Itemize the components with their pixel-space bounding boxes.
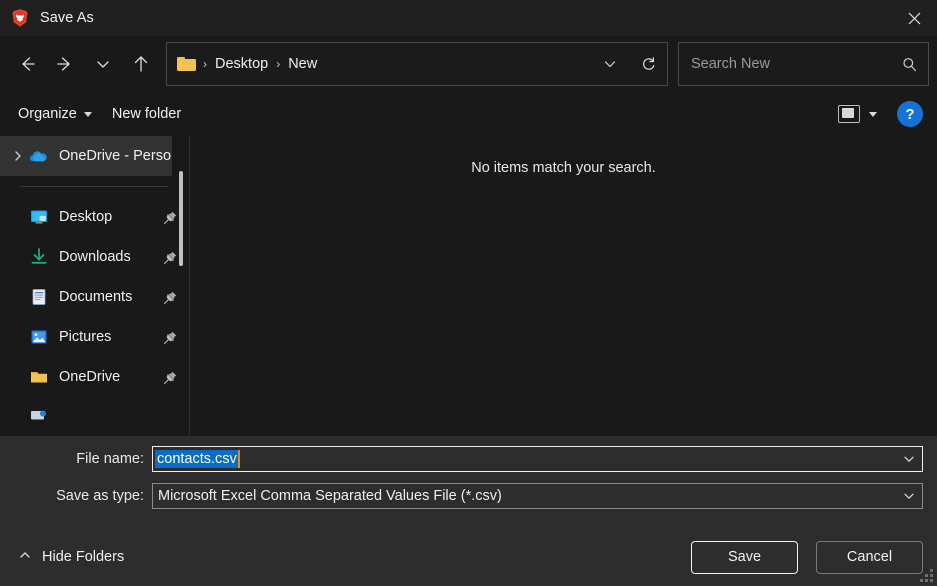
save-as-type-row: Save as type: Microsoft Excel Comma Sepa… [0, 482, 937, 510]
sidebar-divider [20, 186, 168, 187]
breadcrumb-separator: › [274, 57, 282, 71]
onedrive-cloud-icon [28, 145, 50, 167]
refresh-icon [640, 56, 657, 73]
view-mode-button[interactable] [830, 98, 885, 130]
folder-icon [177, 56, 197, 72]
refresh-button[interactable] [629, 43, 667, 85]
sidebar-scrollbar[interactable] [179, 171, 183, 266]
sidebar-item-label: OneDrive - Perso [59, 148, 172, 164]
sidebar-item-label: OneDrive [59, 369, 159, 385]
navigation-sidebar: OneDrive - Perso Desktop [0, 136, 190, 436]
chevron-down-icon [94, 55, 112, 73]
sidebar-item-partial[interactable] [0, 397, 190, 436]
window-title: Save As [40, 10, 94, 26]
new-folder-button[interactable]: New folder [102, 98, 191, 130]
help-icon[interactable]: ? [897, 101, 923, 127]
hide-folders-label: Hide Folders [42, 549, 124, 565]
address-dropdown-button[interactable] [591, 43, 629, 85]
chevron-down-icon[interactable] [869, 112, 877, 117]
pin-icon[interactable] [159, 330, 181, 345]
new-folder-label: New folder [112, 106, 181, 122]
file-name-field[interactable]: contacts.csv [152, 446, 923, 472]
search-icon [901, 56, 918, 73]
resize-grip-icon[interactable] [920, 569, 934, 583]
breadcrumb-item-desktop[interactable]: Desktop [209, 54, 274, 74]
sidebar-item-label: Pictures [59, 329, 159, 345]
folder-icon [28, 366, 50, 388]
save-button[interactable]: Save [691, 541, 798, 574]
forward-button[interactable] [46, 45, 84, 83]
command-bar: Organize New folder ? [0, 92, 937, 136]
breadcrumb-separator: › [201, 57, 209, 71]
save-as-type-value: Microsoft Excel Comma Separated Values F… [153, 488, 502, 504]
chevron-down-icon [902, 489, 916, 503]
sidebar-item-label: Desktop [59, 209, 159, 225]
sidebar-item-label: Documents [59, 289, 159, 305]
up-button[interactable] [122, 45, 160, 83]
search-box[interactable] [678, 42, 929, 86]
navigation-bar: › Desktop › New [0, 36, 937, 92]
cancel-button[interactable]: Cancel [816, 541, 923, 574]
file-list-pane[interactable]: No items match your search. [190, 136, 937, 436]
desktop-icon [28, 206, 50, 228]
preview-pane-icon [838, 105, 860, 123]
save-as-dialog: Save As [0, 0, 937, 586]
sidebar-item-documents[interactable]: Documents [0, 277, 190, 317]
file-name-dropdown-button[interactable] [896, 452, 922, 466]
dialog-body: OneDrive - Perso Desktop [0, 136, 937, 436]
close-button[interactable] [891, 0, 937, 36]
back-button[interactable] [8, 45, 46, 83]
dialog-footer: File name: contacts.csv Save as type: Mi… [0, 436, 937, 586]
pictures-icon [28, 326, 50, 348]
documents-icon [28, 286, 50, 308]
breadcrumb: › Desktop › New [177, 54, 591, 74]
chevron-right-icon[interactable] [8, 150, 28, 162]
sidebar-item-downloads[interactable]: Downloads [0, 237, 190, 277]
empty-state-message: No items match your search. [471, 160, 656, 436]
hide-folders-button[interactable]: Hide Folders [12, 544, 130, 570]
help-label: ? [905, 106, 914, 123]
pin-icon[interactable] [159, 210, 181, 225]
chevron-down-icon [602, 56, 618, 72]
file-name-label: File name: [0, 451, 152, 467]
arrow-left-icon [17, 54, 37, 74]
title-bar: Save As [0, 0, 937, 36]
chevron-up-icon [18, 548, 32, 566]
pin-icon[interactable] [159, 250, 181, 265]
footer-actions: Hide Folders Save Cancel [0, 528, 937, 586]
sidebar-item-label: Downloads [59, 249, 159, 265]
pin-icon[interactable] [159, 290, 181, 305]
chevron-down-icon [84, 112, 92, 117]
text-caret [238, 450, 240, 468]
save-as-type-field[interactable]: Microsoft Excel Comma Separated Values F… [152, 483, 923, 509]
this-pc-icon [28, 406, 50, 428]
arrow-up-icon [131, 54, 151, 74]
save-as-type-dropdown-button[interactable] [896, 489, 922, 503]
search-input[interactable] [691, 56, 901, 72]
downloads-icon [28, 246, 50, 268]
file-name-row: File name: contacts.csv [0, 445, 937, 473]
chevron-down-icon [902, 452, 916, 466]
arrow-right-icon [55, 54, 75, 74]
save-as-type-label: Save as type: [0, 488, 152, 504]
recent-locations-button[interactable] [84, 45, 122, 83]
sidebar-item-pictures[interactable]: Pictures [0, 317, 190, 357]
pin-icon[interactable] [159, 370, 181, 385]
file-name-input[interactable]: contacts.csv [155, 450, 238, 468]
breadcrumb-item-new[interactable]: New [282, 54, 323, 74]
sidebar-item-desktop[interactable]: Desktop [0, 197, 190, 237]
organize-button[interactable]: Organize [8, 98, 102, 130]
sidebar-item-onedrive-folder[interactable]: OneDrive [0, 357, 190, 397]
organize-label: Organize [18, 106, 77, 122]
sidebar-item-onedrive-personal[interactable]: OneDrive - Perso [0, 136, 172, 176]
address-bar[interactable]: › Desktop › New [166, 42, 668, 86]
brave-shield-icon [10, 8, 30, 28]
